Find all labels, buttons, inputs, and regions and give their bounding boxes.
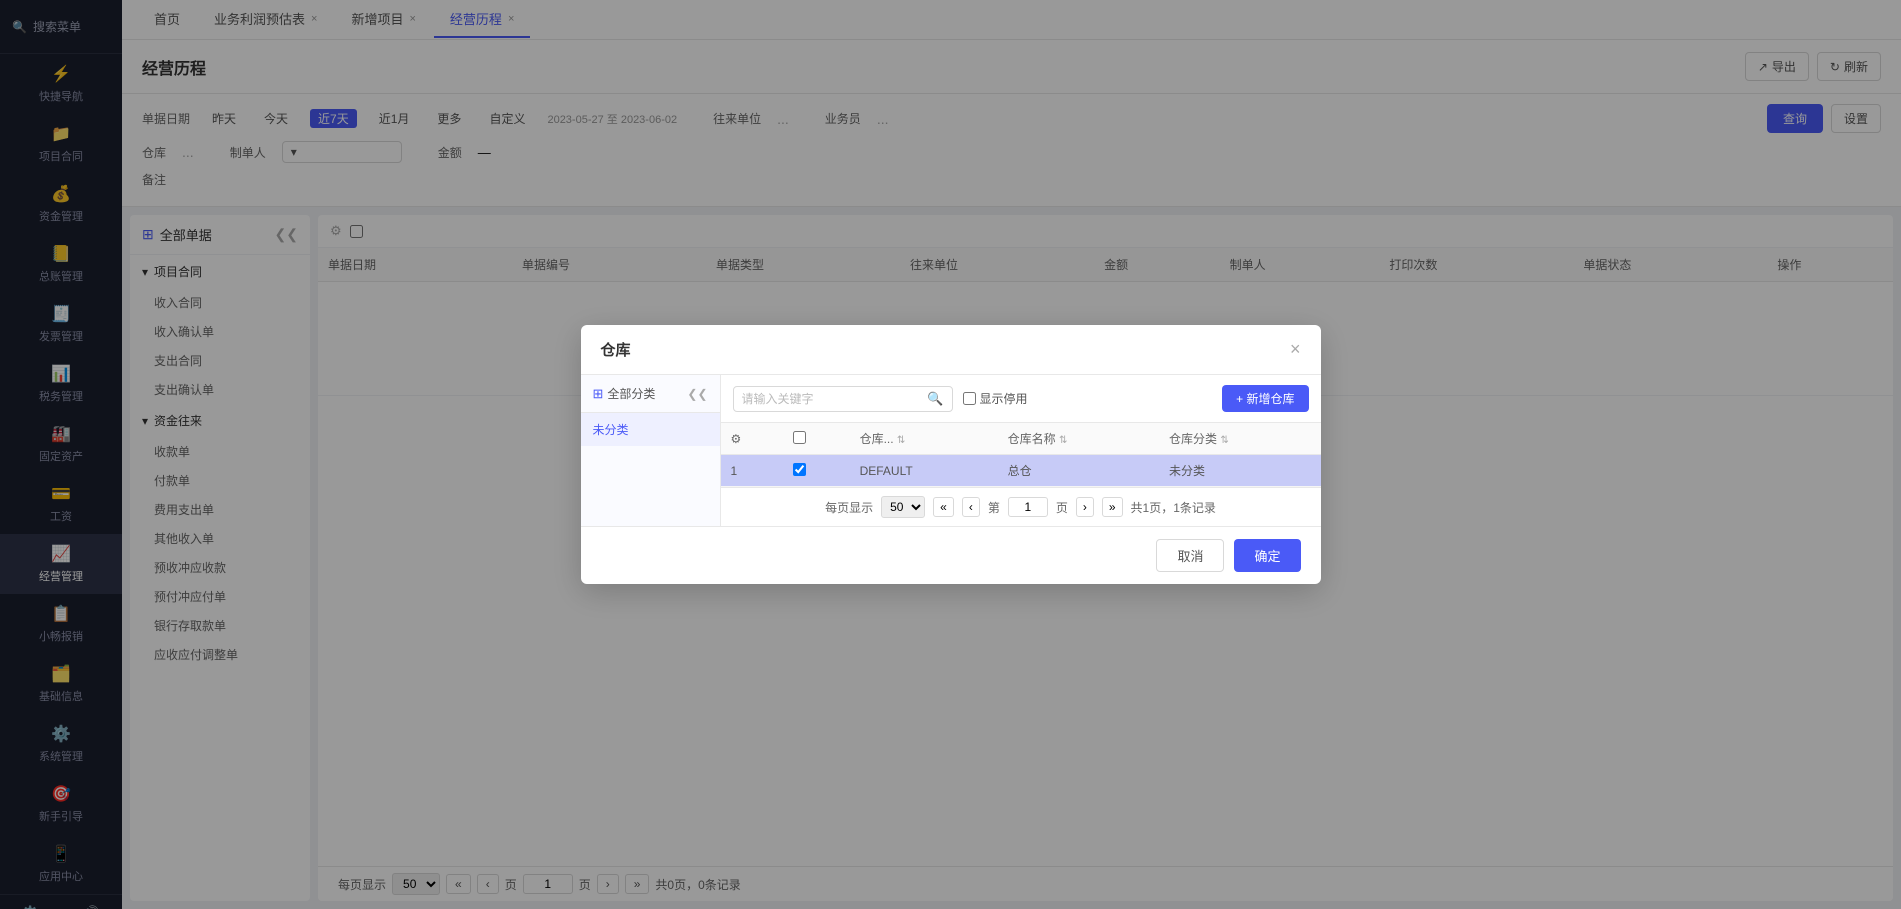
category-title[interactable]: 全部分类	[607, 385, 655, 402]
row-code: DEFAULT	[850, 455, 998, 487]
modal-col-code: 仓库... ⇅	[850, 423, 998, 455]
confirm-button[interactable]: 确定	[1234, 539, 1300, 572]
modal-table-wrapper: ⚙ 仓库... ⇅ 仓库名称 ⇅	[721, 423, 1321, 487]
search-input[interactable]	[742, 392, 928, 406]
cancel-button[interactable]: 取消	[1156, 539, 1224, 572]
sort-code-icon: ⇅	[897, 435, 905, 446]
modal-pagination: 每页显示 50 « ‹ 第 页 › » 共1页，1条记录	[721, 487, 1321, 526]
category-grid-icon: ⊞	[593, 386, 604, 402]
row-category: 未分类	[1159, 455, 1320, 487]
modal-prev-btn[interactable]: ‹	[962, 497, 980, 517]
modal-col-name: 仓库名称 ⇅	[998, 423, 1159, 455]
sort-category-icon: ⇅	[1220, 435, 1228, 446]
modal-title: 仓库	[601, 339, 631, 360]
modal-toolbar: 🔍 显示停用 + 新增仓库	[721, 375, 1321, 423]
col-gear-icon[interactable]: ⚙	[731, 432, 742, 446]
modal-page-suffix: 页	[1056, 499, 1068, 516]
modal-first-btn[interactable]: «	[933, 497, 954, 517]
modal-select-all[interactable]	[793, 431, 806, 444]
modal-close-button[interactable]: ×	[1290, 339, 1301, 360]
modal-per-page-label: 每页显示	[825, 499, 873, 516]
show-disabled-checkbox[interactable]	[963, 392, 976, 405]
modal-overlay: 仓库 × ⊞ 全部分类 ❮❮ 未分类	[0, 0, 1901, 909]
modal-page-input[interactable]	[1008, 497, 1048, 517]
show-disabled-wrapper: 显示停用	[963, 390, 1028, 407]
modal-right-panel: 🔍 显示停用 + 新增仓库 ⚙	[721, 375, 1321, 526]
modal-page-label: 第	[988, 499, 1000, 516]
modal-body: ⊞ 全部分类 ❮❮ 未分类 🔍	[581, 375, 1321, 526]
modal-left-header: ⊞ 全部分类 ❮❮	[581, 375, 720, 413]
modal-col-check	[783, 423, 850, 455]
modal-left-scroll: 未分类	[581, 413, 720, 526]
search-icon: 🔍	[927, 391, 943, 407]
modal-total-text: 共1页，1条记录	[1131, 499, 1216, 516]
modal-last-btn[interactable]: »	[1102, 497, 1123, 517]
modal-next-btn[interactable]: ›	[1076, 497, 1094, 517]
modal-left-collapse[interactable]: ❮❮	[687, 387, 707, 401]
modal-per-page-select[interactable]: 50	[881, 496, 925, 518]
row-index: 1	[721, 455, 783, 487]
modal-table: ⚙ 仓库... ⇅ 仓库名称 ⇅	[721, 423, 1321, 487]
modal-left-panel: ⊞ 全部分类 ❮❮ 未分类	[581, 375, 721, 526]
row-name: 总仓	[998, 455, 1159, 487]
modal-footer: 取消 确定	[581, 526, 1321, 584]
show-disabled-label: 显示停用	[980, 390, 1028, 407]
table-row[interactable]: 1 DEFAULT 总仓 未分类	[721, 455, 1321, 487]
modal-category-unclassified[interactable]: 未分类	[581, 413, 720, 446]
sort-name-icon: ⇅	[1059, 435, 1067, 446]
add-warehouse-button[interactable]: + 新增仓库	[1222, 385, 1308, 412]
row-checkbox[interactable]	[783, 455, 850, 487]
search-box: 🔍	[733, 386, 953, 412]
modal-col-settings: ⚙	[721, 423, 783, 455]
modal-col-category: 仓库分类 ⇅	[1159, 423, 1320, 455]
modal-header: 仓库 ×	[581, 325, 1321, 375]
warehouse-modal: 仓库 × ⊞ 全部分类 ❮❮ 未分类	[581, 325, 1321, 584]
